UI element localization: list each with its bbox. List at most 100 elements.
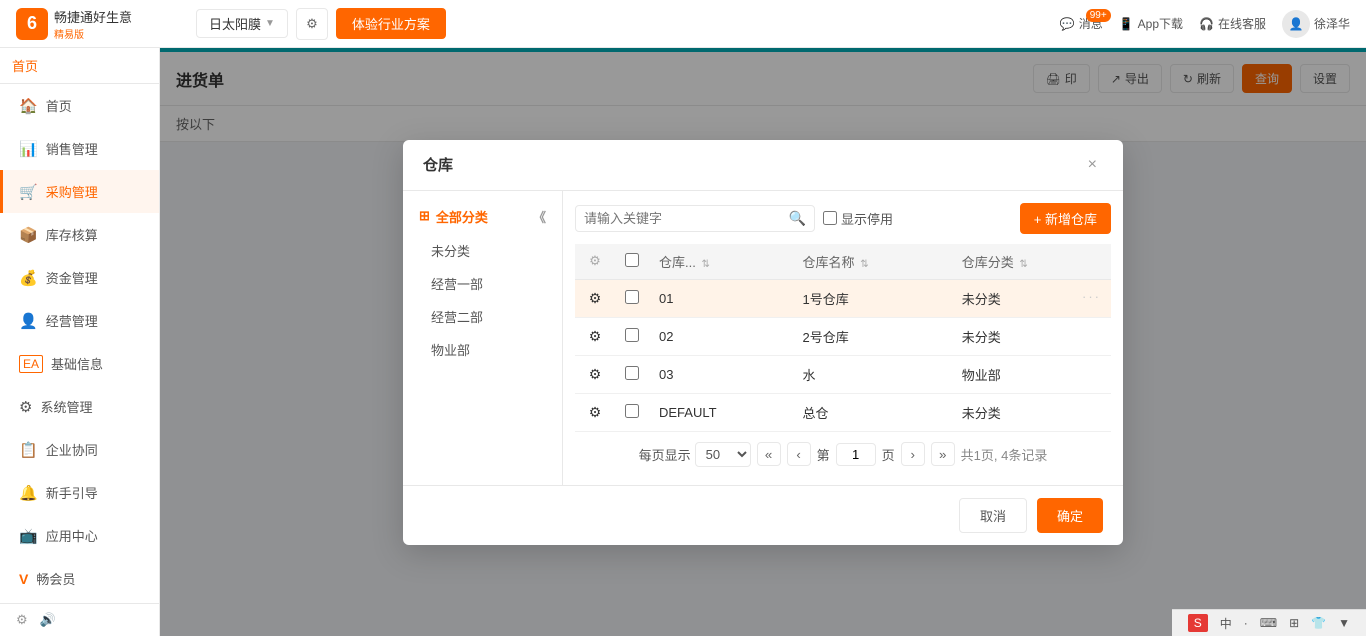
table-area: 🔍 显示停用 + 新增仓库 [563,191,1123,485]
row-name-2: 2号仓库 [793,317,952,355]
username-label: 徐泽华 [1314,15,1350,32]
dot-icon: · [1244,616,1248,630]
sidebar-item-finance[interactable]: 💰 资金管理 [0,256,159,299]
trial-btn[interactable]: 体验行业方案 [336,8,446,39]
notification-badge: 99+ [1086,9,1111,22]
shirt-icon[interactable]: 👕 [1311,616,1326,630]
sort-icon-category: ⇅ [1019,259,1027,270]
sort-icon-name: ⇅ [860,259,868,270]
prev-page-btn[interactable]: ‹ [787,442,811,466]
sidebar: 首页 🏠 首页 📊 销售管理 🛒 采购管理 📦 库存核算 💰 资金管理 👤 经营… [0,48,160,636]
breadcrumb-home[interactable]: 首页 [12,56,38,75]
per-page-label: 每页显示 [639,445,691,464]
app-download-btn[interactable]: 📱 App下载 [1119,15,1183,32]
sidebar-label-operations: 经营管理 [46,311,98,330]
keyboard-icon[interactable]: ⌨ [1260,616,1277,630]
category-operations-1[interactable]: 经营一部 [403,267,562,300]
finance-icon: 💰 [19,269,38,287]
sidebar-item-system[interactable]: ⚙ 系统管理 [0,385,159,428]
sidebar-item-home[interactable]: 🏠 首页 [0,84,159,127]
user-profile-btn[interactable]: 👤 徐泽华 [1282,10,1350,38]
row-code-2: 02 [649,317,793,355]
zh-icon[interactable]: 中 [1220,615,1232,632]
per-page-select[interactable]: 50 100 [695,442,751,467]
headphone-icon: 🎧 [1199,17,1214,31]
sales-icon: 📊 [19,140,38,158]
online-service-btn[interactable]: 🎧 在线客服 [1199,15,1266,32]
row-num-3 [615,355,649,393]
sidebar-bottom: ⚙ 🔊 [0,603,159,636]
sidebar-item-member[interactable]: V 畅会员 [0,557,159,600]
app-download-label: App下载 [1138,15,1183,32]
row-name-1: 1号仓库 [793,279,952,317]
all-categories-header[interactable]: ⊞ 全部分类 《 [403,199,562,234]
category-property[interactable]: 物业部 [403,333,562,366]
table-row[interactable]: ⚙ 02 2号仓库 未分类 [575,317,1111,355]
sidebar-label-newbie: 新手引导 [46,483,98,502]
row-checkbox-3[interactable] [625,366,639,380]
sidebar-item-purchase[interactable]: 🛒 采购管理 [0,170,159,213]
sidebar-item-operations[interactable]: 👤 经营管理 [0,299,159,342]
sidebar-item-app-center[interactable]: 📺 应用中心 [0,514,159,557]
table-row[interactable]: ⚙ 01 1号仓库 未分类 [575,279,1111,317]
settings-gear-button[interactable]: ⚙ [296,8,328,40]
next-page-btn[interactable]: › [901,442,925,466]
select-all-checkbox[interactable] [625,253,639,267]
header-right: 💬 消息 99+ 📱 App下载 🎧 在线客服 👤 徐泽华 [1060,10,1350,38]
row-checkbox-1[interactable] [625,290,639,304]
th-checkbox [615,244,649,280]
row-gear-icon-2: ⚙ [589,328,602,344]
logo-icon: 6 [16,8,48,40]
sidebar-settings-icon[interactable]: ⚙ [16,612,28,628]
page-input[interactable] [836,443,876,466]
collapse-icon[interactable]: 《 [533,207,546,226]
newbie-icon: 🔔 [19,484,38,502]
confirm-btn[interactable]: 确定 [1037,498,1103,533]
sort-icon-code: ⇅ [701,259,709,270]
message-icon: 💬 [1060,17,1075,31]
logo-sub-text: 精易版 [54,26,132,41]
first-page-btn[interactable]: « [757,442,781,466]
row-gear-icon-1: ⚙ [589,290,602,306]
row-checkbox-2[interactable] [625,328,639,342]
category-unclassified[interactable]: 未分类 [403,234,562,267]
table-row[interactable]: ⚙ DEFAULT 总仓 未分类 [575,393,1111,431]
modal-overlay: 仓库 × ⊞ 全部分类 《 未分类 经营一部 经营二部 [160,48,1366,636]
sidebar-item-newbie[interactable]: 🔔 新手引导 [0,471,159,514]
sidebar-label-finance: 资金管理 [46,268,98,287]
th-name: 仓库名称 ⇅ [793,244,952,280]
row-category-1: 未分类 ··· [952,279,1111,317]
search-input[interactable] [584,211,789,226]
show-disabled-label[interactable]: 显示停用 [823,209,893,228]
row-more-1[interactable]: ··· [1082,289,1101,304]
show-disabled-checkbox[interactable] [823,211,837,225]
sidebar-label-basic-info: 基础信息 [51,354,103,373]
add-warehouse-btn[interactable]: + 新增仓库 [1020,203,1111,234]
store-selector[interactable]: 日太阳膜 ▼ [196,9,288,38]
notification-btn[interactable]: 💬 消息 99+ [1060,15,1103,32]
category-operations-2[interactable]: 经营二部 [403,300,562,333]
modal-footer: 取消 确定 [403,485,1123,545]
cancel-btn[interactable]: 取消 [959,498,1027,533]
table-toolbar: 🔍 显示停用 + 新增仓库 [575,203,1111,234]
sidebar-item-enterprise[interactable]: 📋 企业协同 [0,428,159,471]
sidebar-item-inventory[interactable]: 📦 库存核算 [0,213,159,256]
modal-close-btn[interactable]: × [1082,154,1103,176]
status-bar: S 中 · ⌨ ⊞ 👕 ▼ [1172,609,1366,636]
row-actions-3: ⚙ [575,355,615,393]
modal-title: 仓库 [423,154,453,175]
sidebar-item-sales[interactable]: 📊 销售管理 [0,127,159,170]
row-checkbox-4[interactable] [625,404,639,418]
avatar: 👤 [1282,10,1310,38]
grid-icon[interactable]: ⊞ [1289,616,1299,630]
sidebar-item-basic-info[interactable]: EA 基础信息 [0,342,159,385]
main-content: 进货单 🖨 印 ↗ 导出 ↻ 刷新 查询 设置 按以下 [160,48,1366,636]
table-row[interactable]: ⚙ 03 水 物业部 [575,355,1111,393]
sidebar-audio-icon[interactable]: 🔊 [40,612,56,628]
mobile-icon: 📱 [1119,17,1134,31]
modal-body: ⊞ 全部分类 《 未分类 经营一部 经营二部 物业部 [403,191,1123,485]
last-page-btn[interactable]: » [931,442,955,466]
first-page-icon: « [765,447,772,462]
down-icon[interactable]: ▼ [1338,616,1350,630]
sidebar-label-enterprise: 企业协同 [46,440,98,459]
